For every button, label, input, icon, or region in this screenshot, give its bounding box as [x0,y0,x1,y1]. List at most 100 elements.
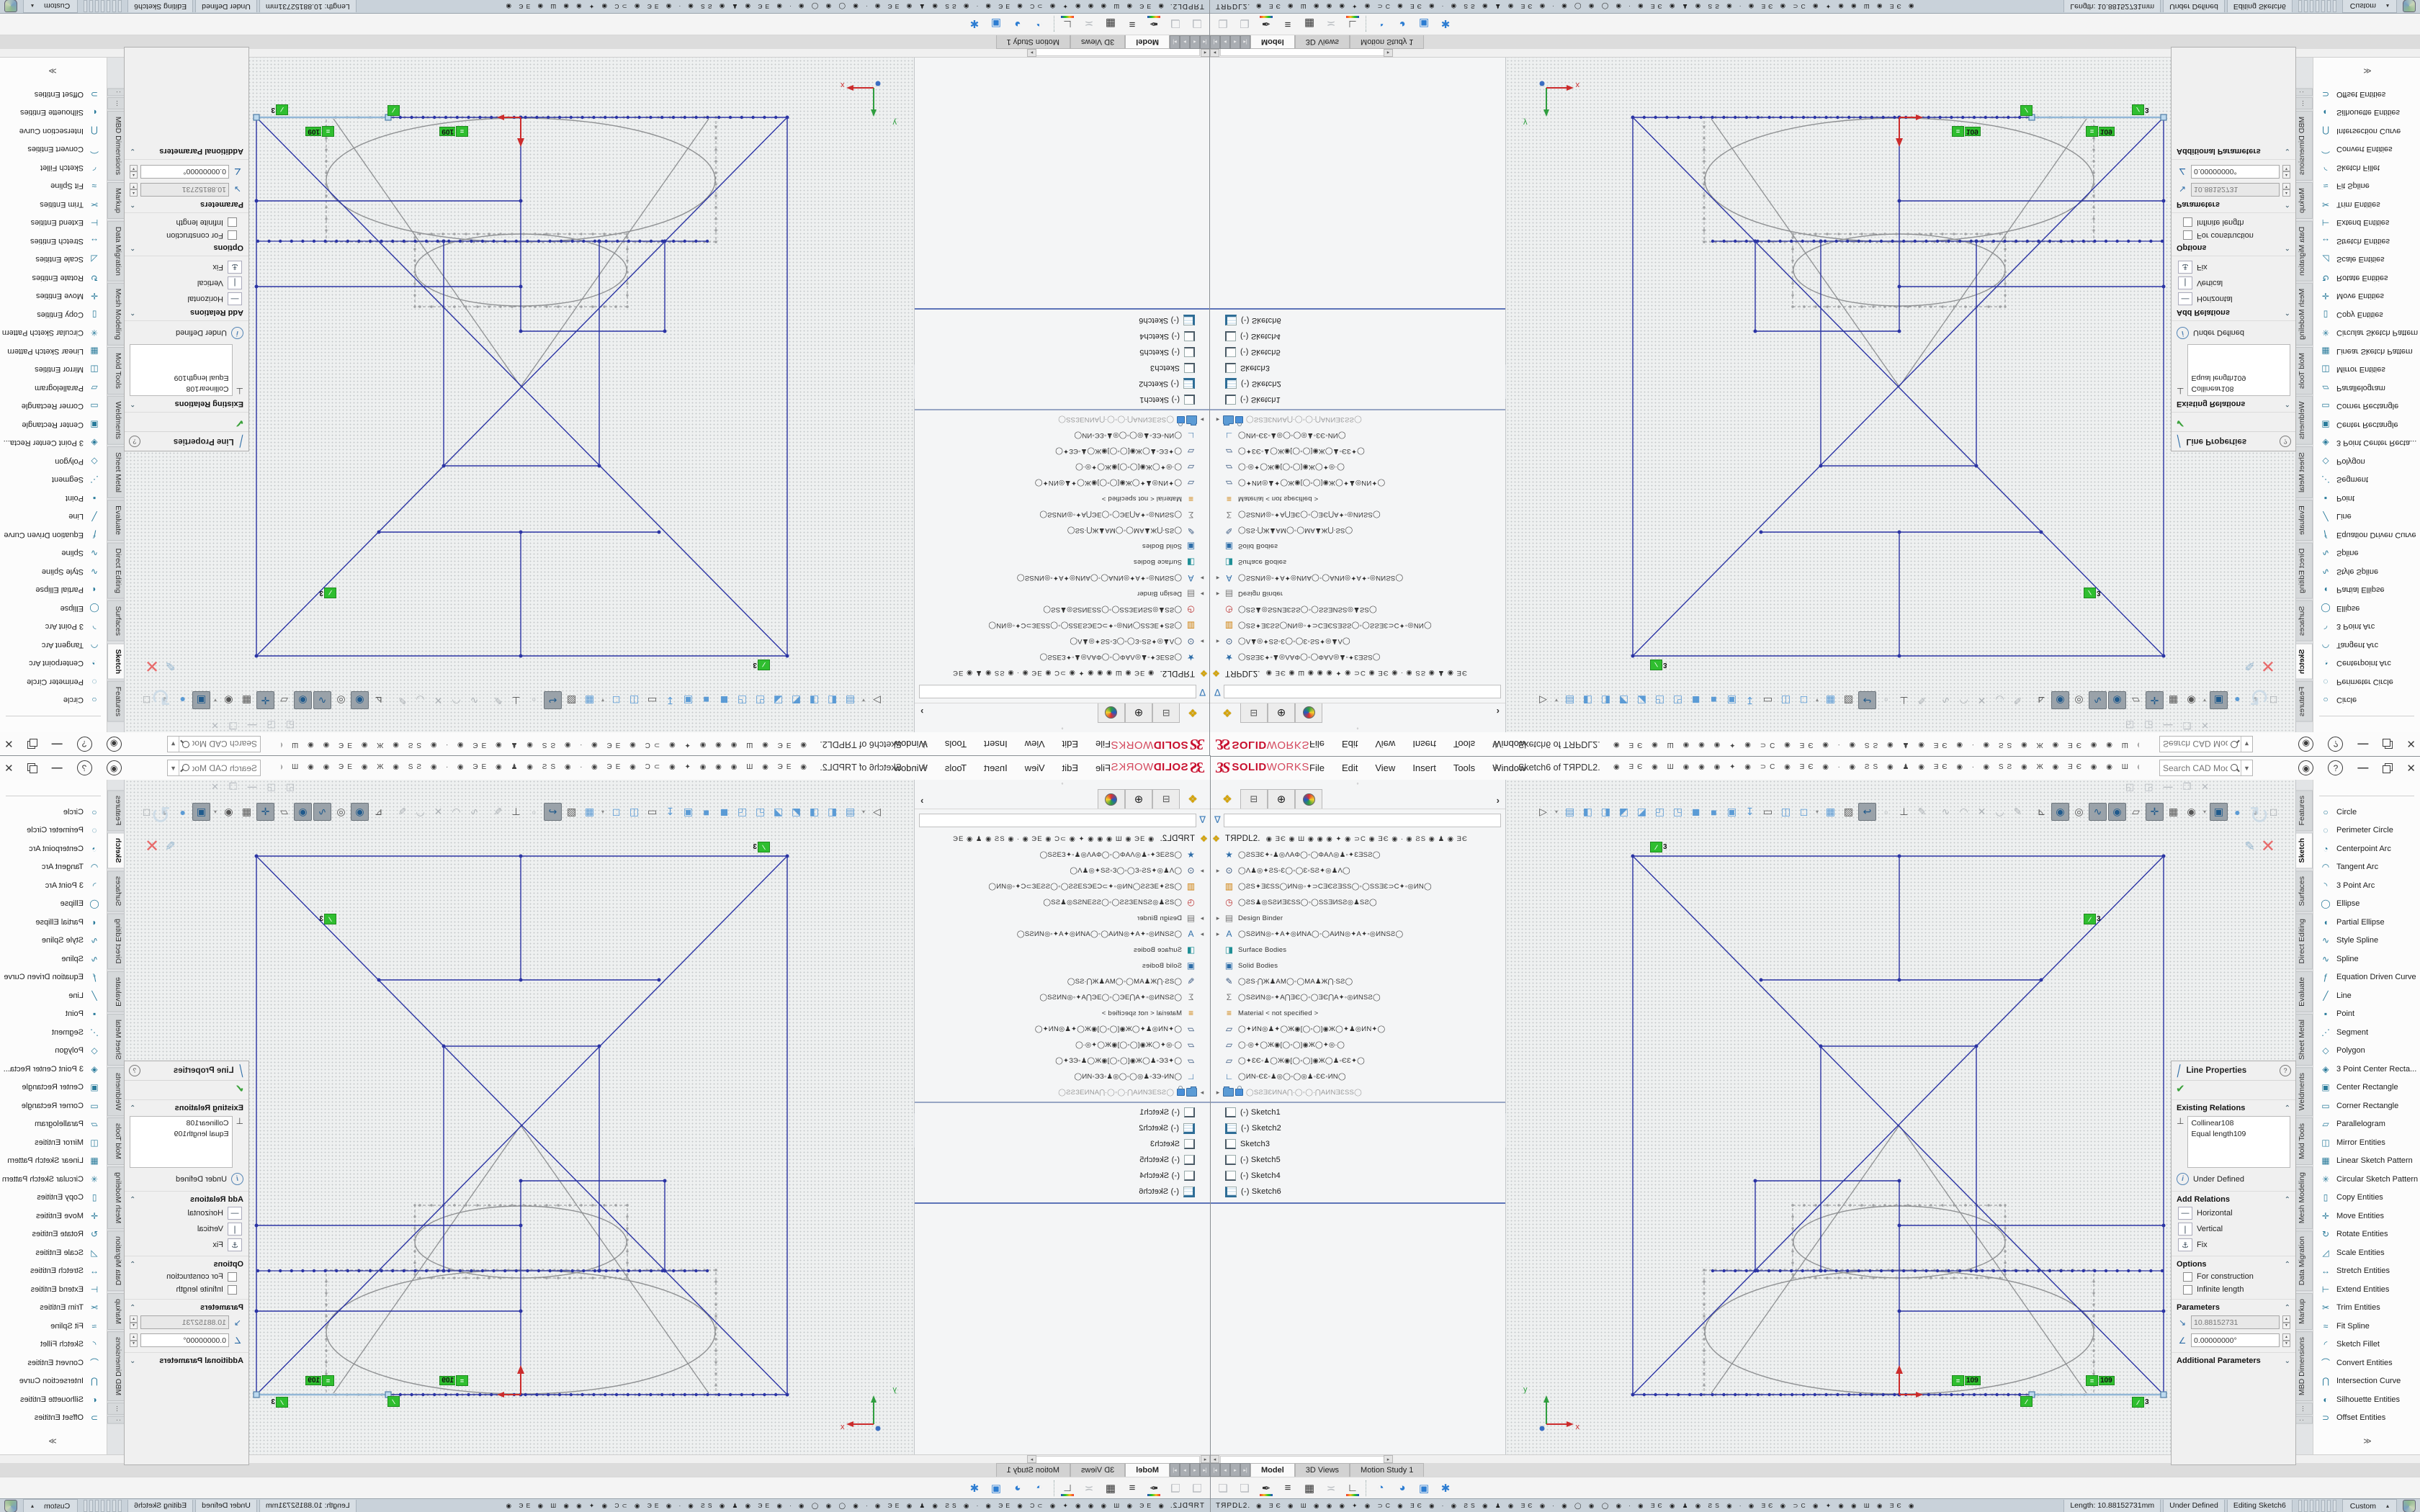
checkbox[interactable] [228,218,237,228]
view-toolbar-icon[interactable]: ▤ [842,804,859,820]
tree-item[interactable]: ▱ ◯✦ƐЄ◦♟◯Ж◉[◯◦◯]◉Ж◯♟◦ЄƐ✦◯ [1210,1053,1505,1068]
view-toolbar-icon[interactable]: ▨ [1840,692,1857,708]
view-toolbar-icon[interactable]: ◩ [788,692,805,708]
tree-item[interactable]: ∟ ◯ИΝ◦ЄƐ◦♟◎◯◦◯◎♟◦ƐЄ◦ИΝ◯ [1210,1068,1505,1084]
view-toolbar-icon[interactable]: ◎ [2071,804,2087,820]
view-toolbar-icon[interactable]: ▫ [1878,692,1894,708]
view-toolbar-icon[interactable]: ▦ [1822,692,1839,708]
menu-item[interactable]: View [1025,739,1045,750]
tree-item[interactable]: ▱ ◯✦ИΝ◎♟✦◯Ж◉[◯◦◯]◉Ж◯✦♟◎ИΝ✦◯ [915,1021,1210,1037]
rollback-bar[interactable] [915,1202,1210,1204]
tree-item[interactable]: ★ ◯ƧSƎƐ✦◦♟◎ΛAΦ◯◦◯ΦAΛ◎♟◦✦ƐƎSƧ◯ [1210,649,1505,665]
sketch-tool-item[interactable]: ƒ Equation Driven Curve [2313,526,2420,544]
view-toolbar-icon[interactable]: ▱ [2128,804,2144,820]
tree-item[interactable]: ▸ ⊙ ◯Λ♟◎✦ƧS◦Ɛ◯◦◯Ɛ◦SƧ✦◎♟Λ◯ [1210,634,1505,649]
add-relation-option[interactable]: — Horizontal [125,291,248,307]
tree-item[interactable]: ◨ Surface Bodies [1210,942,1505,958]
view-toolbar-icon[interactable]: ● [2229,804,2246,820]
tab-scroll-button[interactable]: ◂ [1220,35,1230,49]
tab-featuremanager[interactable]: ❖ [1180,703,1206,722]
tree-item[interactable]: Σ ◯SƧИΝ◎◦✦A⋂ƎЄ◯◦◯ƎЄ⋂A✦◦◎ИΝSƧ◯ [1210,989,1505,1005]
command-tab[interactable]: MBD Dimensions [107,111,124,181]
tree-item[interactable]: ▣ Solid Bodies [1210,539,1505,554]
tree-item[interactable]: ▸ ▤ Design Binder [1210,910,1505,926]
bottom-toolbar-icon[interactable]: ❏ [1188,16,1206,33]
collapse-chevron-icon[interactable]: ⌃ [2285,400,2290,408]
tab-displaymanager[interactable] [1098,789,1125,809]
relation-entry[interactable]: Collinear108 [2191,1118,2287,1129]
relation-badge[interactable]: =109 [305,1375,334,1386]
view-toolbar-icon[interactable]: ◻ [608,692,624,708]
tab-propertymanager[interactable]: ⊟ [1240,789,1268,809]
status-custom-dropdown[interactable]: Custom▴ [2342,1499,2397,1512]
view-toolbar-icon[interactable]: ◩ [1615,692,1632,708]
document-tab[interactable]: Model [1250,35,1295,49]
command-tab[interactable]: Mold Tools [107,1117,124,1165]
sketch-tool-item[interactable]: ◯ Ellipse [0,895,107,914]
sketch-tool-item[interactable]: ◯ Ellipse [2313,895,2420,914]
command-tab[interactable]: Mold Tools [2296,347,2313,395]
sketch-tool-item[interactable]: ◖ Partial Ellipse [2313,581,2420,600]
sketch-tool-item[interactable]: ƒ Equation Driven Curve [2313,968,2420,987]
view-toolbar-icon[interactable]: ▷ [1535,804,1551,820]
doc-window-control-icon[interactable]: ❐ [229,719,238,731]
command-tab[interactable]: Sheet Metal [107,446,124,498]
view-toolbar-icon[interactable]: ✛ [256,803,274,821]
sketch-tool-item[interactable]: ✳ Circular Sketch Pattern [0,1170,107,1189]
tree-filter-input[interactable] [919,814,1196,827]
collapse-chevron-icon[interactable]: ⌃ [130,244,135,252]
tree-item[interactable]: ✎ ◯ƧS∙⋂Ж♟AM◯◦◯MA♟Ж⋂∙SƧ◯ [1210,973,1505,989]
tab-scroll-button[interactable]: ▸ [1180,1463,1190,1477]
tab-featuremanager[interactable]: ❖ [1180,790,1206,809]
command-tab[interactable]: Markup [107,182,124,219]
command-tab[interactable]: Direct Editing [107,542,124,598]
view-toolbar-icon[interactable]: ↧ [662,692,678,708]
document-tab[interactable]: Model [1125,1463,1170,1477]
document-tab[interactable]: 3D Views [1070,1463,1125,1477]
status-custom-dropdown[interactable]: Custom▴ [23,0,78,13]
sketch-tool-item[interactable]: ⋰ Segment [2313,471,2420,490]
command-tab[interactable]: Sheet Metal [2296,446,2313,498]
sketch-tool-item[interactable]: ⌒ Convert Entities [2313,140,2420,159]
tree-item-sketch[interactable]: (-) Sketch6 [915,1184,1210,1200]
add-relation-option[interactable]: ❘ Vertical [125,275,248,291]
search-icon[interactable] [2231,740,2239,749]
sketch-tool-item[interactable]: ◫ Mirror Entities [0,361,107,379]
view-toolbar-icon[interactable]: ◉ [2183,804,2200,820]
tree-item[interactable]: ▱ ◯∙◎✦◯Ж◉[◯◦◯]◉Ж◯✦◎∙◯ [1210,459,1505,475]
doc-window-control-icon[interactable]: ◲ [267,781,276,793]
bottom-toolbar-icon[interactable]: ✒ [1258,1480,1275,1497]
sketch-tool-item[interactable]: ⋰ Segment [2313,1023,2420,1042]
sketch-tool-item[interactable]: ◐ Silhouette Entities [2313,104,2420,122]
sketch-tool-item[interactable]: ⊢ Extend Entities [2313,214,2420,233]
sketch-tool-item[interactable]: ≈ Fit Spline [0,1317,107,1336]
sketch-tool-item[interactable]: ◐ Silhouette Entities [2313,1390,2420,1409]
tree-item[interactable]: ▥ ◯ƧS✦ƎƐSS◯ИΝ◎◦✦⊃CƎЄƧƎSS◯◦◯SSƎƐ⊃C✦◦◎ИΝ◯ [915,878,1210,894]
view-toolbar-icon[interactable]: ▨ [563,804,580,820]
doc-window-control-icon[interactable]: ✕ [2201,719,2209,731]
bottom-toolbar-icon[interactable]: ❏ [1188,1480,1206,1497]
user-account-icon[interactable]: ◉ [2298,737,2313,752]
view-toolbar-icon[interactable]: ∿ [313,803,331,821]
parameter-field[interactable]: 10.88152731 [140,1315,229,1329]
view-toolbar-icon[interactable] [2027,804,2032,820]
checkbox[interactable] [2183,218,2192,228]
view-toolbar-icon[interactable]: ▣ [192,803,210,821]
relation-badge[interactable]: ∕3 [2084,914,2101,924]
view-toolbar-icon[interactable]: ✎ [490,804,506,820]
status-custom-dropdown[interactable]: Custom▴ [2342,0,2397,13]
collapse-chevron-icon[interactable]: ⌃ [2285,1196,2290,1204]
spinner[interactable]: ▲▼ [130,1333,138,1347]
tree-item[interactable]: ◨ Surface Bodies [915,942,1210,958]
sketch-tool-item[interactable]: ✳ Circular Sketch Pattern [2313,1170,2420,1189]
bottom-toolbar-icon[interactable]: ❏ [1167,1480,1184,1497]
view-toolbar-icon[interactable]: ▭ [1760,804,1776,820]
tree-freeze-bar[interactable] [915,409,1210,410]
scroll-right-button[interactable]: ▸ [1384,1455,1393,1463]
sketch-tool-item[interactable]: ▭ Corner Rectangle [2313,397,2420,416]
relations-listbox[interactable]: Collinear108Equal length109 [130,1116,233,1168]
view-toolbar-icon[interactable] [388,804,393,820]
tree-item[interactable]: ▱ ◯∙◎✦◯Ж◉[◯◦◯]◉Ж◯✦◎∙◯ [915,1037,1210,1053]
sketch-tool-item[interactable]: ▪ Point [2313,1005,2420,1024]
view-toolbar-icon[interactable]: ∿ [466,804,483,820]
